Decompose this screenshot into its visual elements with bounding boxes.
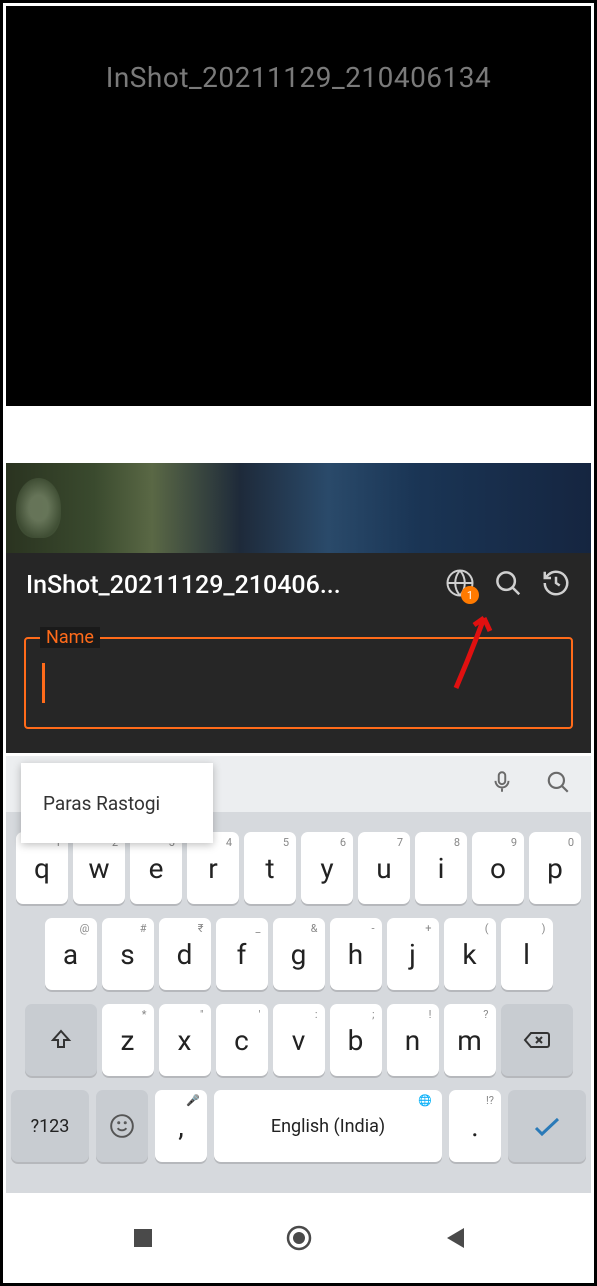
key-u[interactable]: u7: [358, 832, 410, 904]
nav-recent[interactable]: [132, 1227, 154, 1253]
key-x[interactable]: x": [159, 1004, 211, 1076]
globe-badge: 1: [461, 586, 479, 604]
key-l[interactable]: l): [501, 918, 553, 990]
nav-back[interactable]: [444, 1226, 466, 1254]
key-z[interactable]: z*: [102, 1004, 154, 1076]
shift-key[interactable]: [25, 1004, 97, 1076]
key-h[interactable]: h-: [330, 918, 382, 990]
space-key[interactable]: 🌐English (India): [214, 1090, 442, 1162]
key-v[interactable]: v:: [273, 1004, 325, 1076]
toolbar-panel: InShot_20211129_210406... 1 Name: [6, 553, 591, 753]
enter-key[interactable]: [508, 1090, 586, 1162]
key-f[interactable]: f_: [216, 918, 268, 990]
key-j[interactable]: j+: [387, 918, 439, 990]
system-navbar: [6, 1200, 591, 1280]
suggestion-text: Paras Rastogi: [43, 792, 160, 815]
key-p[interactable]: p0: [529, 832, 581, 904]
key-a[interactable]: a@: [45, 918, 97, 990]
period-key[interactable]: .!?: [449, 1090, 501, 1162]
key-o[interactable]: o9: [472, 832, 524, 904]
key-k[interactable]: k(: [444, 918, 496, 990]
search-icon[interactable]: [545, 769, 571, 799]
key-b[interactable]: b;: [330, 1004, 382, 1076]
video-preview-top: InShot_20211129_210406134: [6, 6, 591, 406]
mic-icon[interactable]: [489, 769, 515, 799]
search-button[interactable]: [493, 568, 523, 602]
key-y[interactable]: y6: [301, 832, 353, 904]
video-thumbnail-strip: [6, 463, 591, 553]
key-c[interactable]: c': [216, 1004, 268, 1076]
key-n[interactable]: n!: [387, 1004, 439, 1076]
name-input-label: Name: [40, 627, 100, 648]
key-s[interactable]: s#: [102, 918, 154, 990]
comma-key[interactable]: ,🎤: [155, 1090, 207, 1162]
key-t[interactable]: t5: [244, 832, 296, 904]
video-title: InShot_20211129_210406134: [6, 6, 591, 94]
filename-text: InShot_20211129_210406...: [26, 571, 427, 600]
key-g[interactable]: g&: [273, 918, 325, 990]
symbols-key[interactable]: ?123: [11, 1090, 89, 1162]
soft-keyboard: q1w2e3r4t5y6u7i8o9p0 a@s#d₹f_g&h-j+k(l) …: [6, 812, 591, 1193]
key-m[interactable]: m?: [444, 1004, 496, 1076]
autocomplete-suggestion[interactable]: Paras Rastogi: [21, 763, 213, 843]
key-d[interactable]: d₹: [159, 918, 211, 990]
name-input-field[interactable]: Name: [24, 637, 573, 729]
history-button[interactable]: [541, 568, 571, 602]
globe-button[interactable]: 1: [445, 568, 475, 602]
backspace-key[interactable]: [501, 1004, 573, 1076]
emoji-key[interactable]: [96, 1090, 148, 1162]
nav-home[interactable]: [285, 1224, 313, 1256]
key-i[interactable]: i8: [415, 832, 467, 904]
text-cursor: [42, 663, 45, 703]
